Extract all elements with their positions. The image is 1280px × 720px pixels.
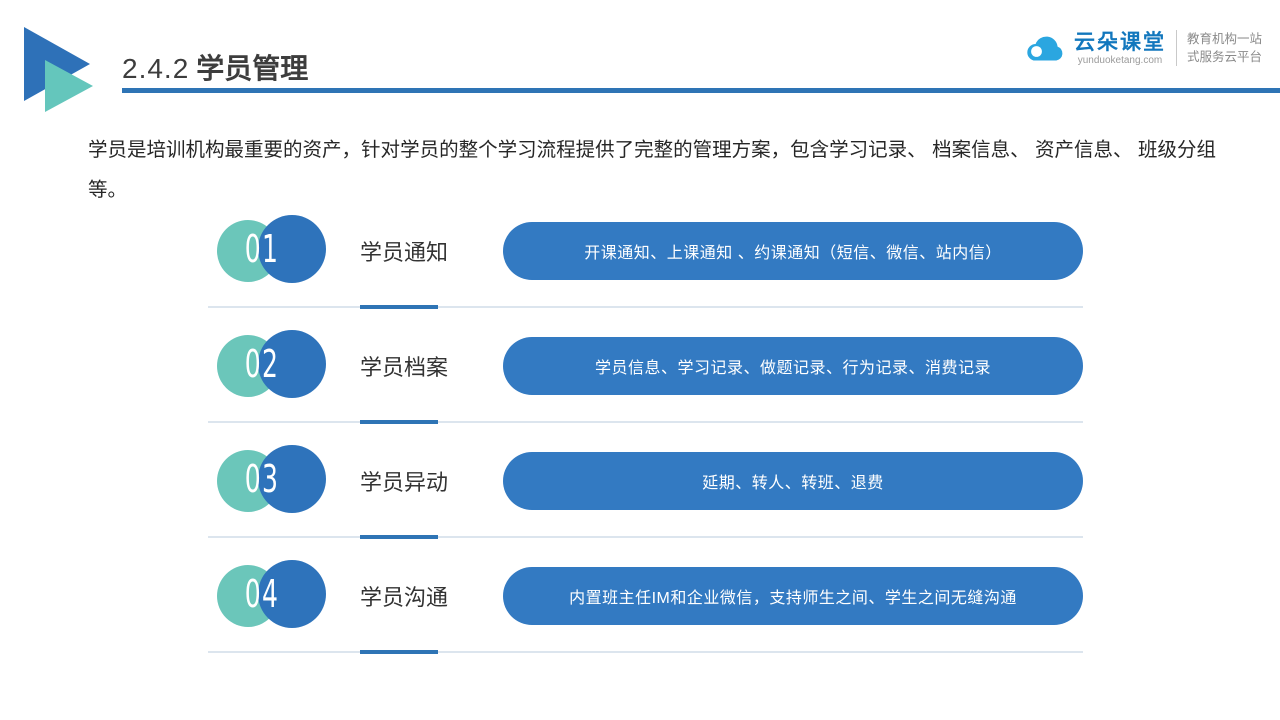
feature-row-change: 03 学员异动 延期、转人、转班、退费 bbox=[208, 423, 1083, 538]
step-number-badge: 04 bbox=[217, 560, 327, 632]
step-number-badge: 02 bbox=[217, 330, 327, 402]
brand-domain: yunduoketang.com bbox=[1078, 55, 1163, 66]
page-title: 2.4.2学员管理 bbox=[122, 47, 308, 87]
step-number-badge: 01 bbox=[217, 215, 327, 287]
brand-tagline: 教育机构一站 式服务云平台 bbox=[1187, 30, 1262, 66]
feature-label: 学员通知 bbox=[360, 235, 490, 267]
feature-description-pill: 学员信息、学习记录、做题记录、行为记录、消费记录 bbox=[503, 337, 1083, 395]
brand-tagline-line2: 式服务云平台 bbox=[1187, 48, 1262, 66]
title-underline bbox=[122, 88, 1280, 93]
slide-student-management: 2.4.2学员管理 云朵课堂 yunduoketang.com 教育机构一站 式… bbox=[0, 0, 1280, 720]
feature-row-communicate: 04 学员沟通 内置班主任IM和企业微信，支持师生之间、学生之间无缝沟通 bbox=[208, 538, 1083, 653]
brand-text-block: 云朵课堂 yunduoketang.com bbox=[1074, 31, 1166, 66]
step-number-badge: 03 bbox=[217, 445, 327, 517]
section-title: 学员管理 bbox=[196, 53, 308, 84]
brand-tagline-line1: 教育机构一站 bbox=[1187, 30, 1262, 48]
feature-description-pill: 内置班主任IM和企业微信，支持师生之间、学生之间无缝沟通 bbox=[503, 567, 1083, 625]
cloud-icon bbox=[1022, 30, 1070, 66]
brand-name: 云朵课堂 bbox=[1074, 31, 1166, 54]
step-number: 03 bbox=[241, 459, 283, 499]
feature-row-archive: 02 学员档案 学员信息、学习记录、做题记录、行为记录、消费记录 bbox=[208, 308, 1083, 423]
row-separator bbox=[208, 651, 1083, 653]
step-number: 04 bbox=[241, 574, 283, 614]
feature-label: 学员异动 bbox=[360, 465, 490, 497]
feature-description-pill: 开课通知、上课通知 、约课通知（短信、微信、站内信） bbox=[503, 222, 1083, 280]
feature-row-notify: 01 学员通知 开课通知、上课通知 、约课通知（短信、微信、站内信） bbox=[208, 193, 1083, 308]
feature-label: 学员档案 bbox=[360, 350, 490, 382]
section-number: 2.4.2 bbox=[122, 53, 189, 84]
feature-label: 学员沟通 bbox=[360, 580, 490, 612]
logo-divider bbox=[1176, 30, 1177, 66]
step-number: 01 bbox=[241, 229, 283, 269]
row-separator-accent bbox=[360, 650, 438, 654]
feature-description-pill: 延期、转人、转班、退费 bbox=[503, 452, 1083, 510]
step-number: 02 bbox=[241, 344, 283, 384]
feature-list: 01 学员通知 开课通知、上课通知 、约课通知（短信、微信、站内信） 02 学员… bbox=[208, 193, 1083, 653]
brand-logo[interactable]: 云朵课堂 yunduoketang.com 教育机构一站 式服务云平台 bbox=[1022, 30, 1262, 66]
